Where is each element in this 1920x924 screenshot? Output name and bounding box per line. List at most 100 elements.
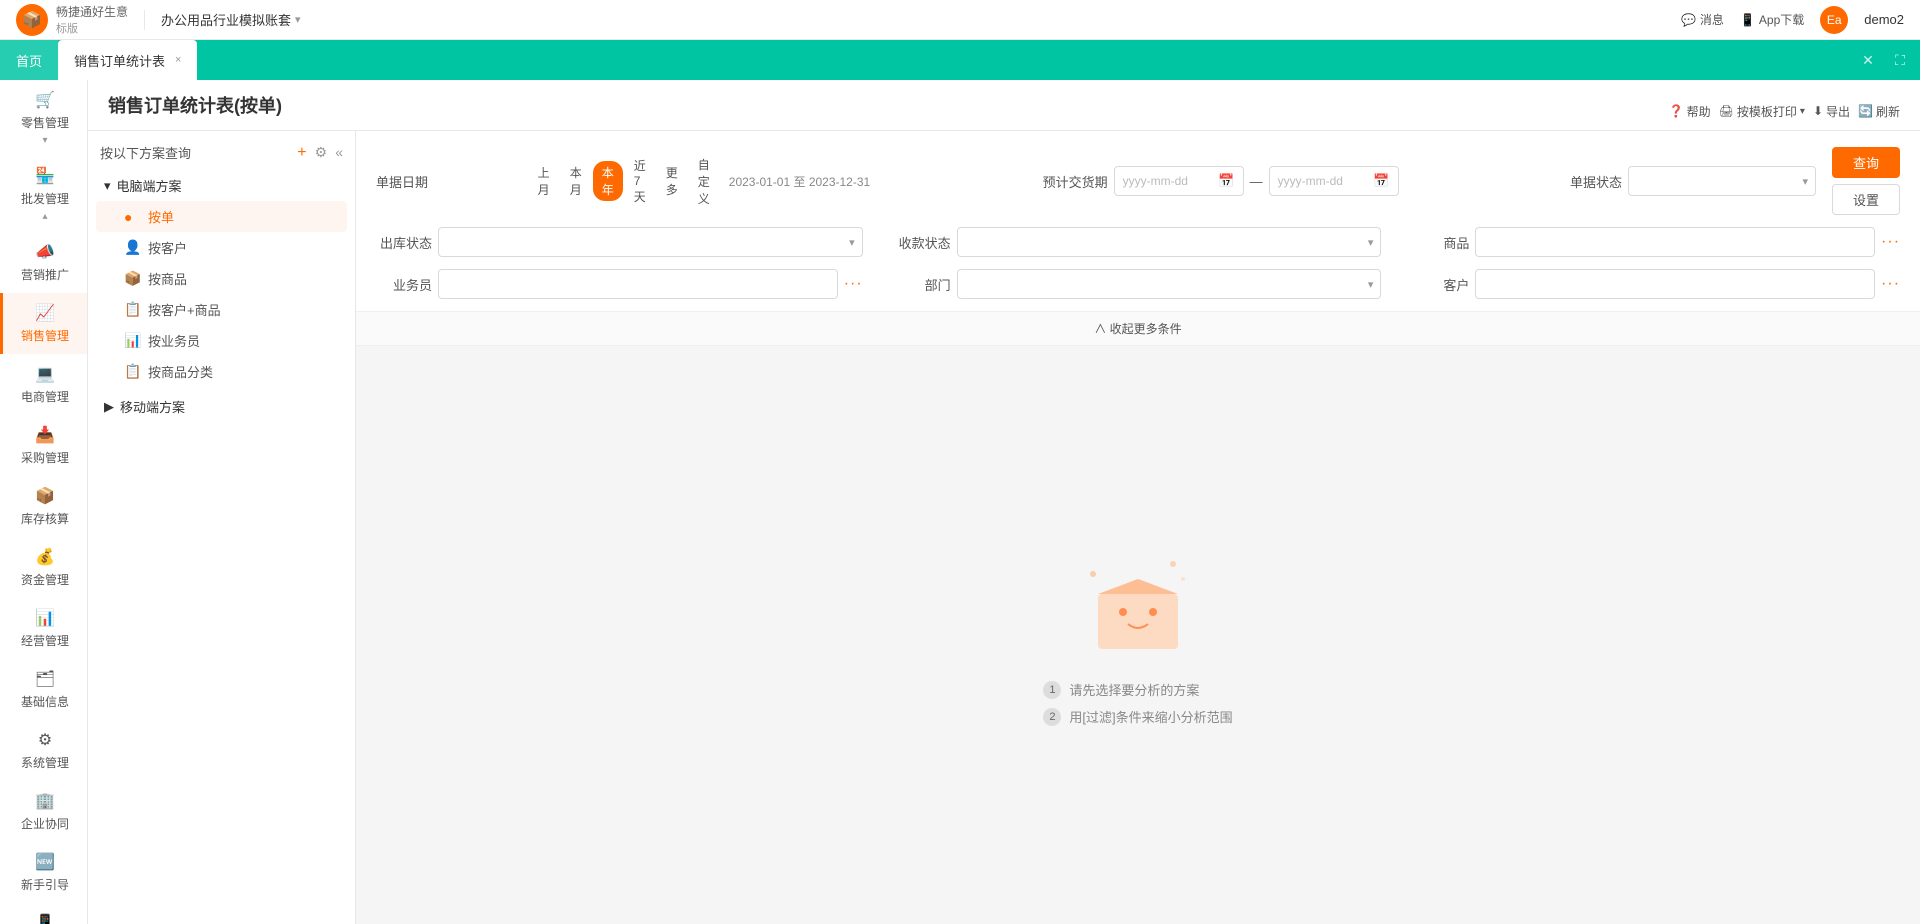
sidebar-item-marketing[interactable]: 📣 营销推广 — [0, 232, 87, 293]
export-label: 导出 — [1826, 103, 1850, 120]
customer-dots-button[interactable]: ··· — [1881, 275, 1900, 293]
payment-status-select-wrap: ▾ — [957, 227, 1382, 257]
avatar[interactable]: Ea — [1820, 6, 1848, 34]
custom-btn[interactable]: 自定义 — [689, 153, 719, 210]
app-download-button[interactable]: 📱 App下载 — [1740, 11, 1804, 28]
scheme-item-by-goods[interactable]: 📦 按商品 — [96, 263, 347, 294]
refresh-button[interactable]: 🔄 刷新 — [1858, 103, 1900, 120]
shipping-status-select-wrap: ▾ — [438, 227, 863, 257]
scheme-item-by-goods-category[interactable]: 📋 按商品分类 — [96, 356, 347, 387]
bill-status-select[interactable] — [1628, 166, 1816, 196]
bill-date-label: 单据日期 — [376, 172, 523, 191]
salesperson-input[interactable] — [438, 269, 838, 299]
scheme-item-by-salesperson[interactable]: 📊 按业务员 — [96, 325, 347, 356]
empty-tip-2: 2 用[过滤]条件来缩小分析范围 — [1043, 707, 1232, 726]
scheme-list: ▾ 电脑端方案 ● 按单 👤 按客户 📦 按 — [88, 170, 355, 422]
tip-num-1: 1 — [1043, 681, 1061, 699]
mobile-group-arrow-icon: ▶ — [104, 399, 114, 415]
sidebar-item-ecommerce[interactable]: 💻 电商管理 — [0, 354, 87, 415]
customer-input[interactable] — [1475, 269, 1875, 299]
operations-label: 经营管理 — [21, 632, 69, 649]
payment-status-cell: 收款状态 ▾ — [895, 227, 1382, 257]
sidebar-item-retail[interactable]: 🛒 零售管理 ▾ — [0, 80, 87, 156]
scheme-item-by-customer-goods[interactable]: 📋 按客户+商品 — [96, 294, 347, 325]
payment-status-select[interactable] — [957, 227, 1382, 257]
calendar-start-icon: 📅 — [1218, 173, 1234, 189]
username: demo2 — [1864, 12, 1904, 27]
retail-label: 零售管理 — [21, 114, 69, 131]
shipping-status-label: 出库状态 — [376, 233, 432, 252]
last7days-btn[interactable]: 近7天 — [625, 154, 655, 208]
topbar: 📦 畅捷通好生意 标版 办公用品行业模拟账套 ▾ 💬 消息 📱 App下载 Ea… — [0, 0, 1920, 40]
template-print-button[interactable]: 🖨 按模板打印 ▾ — [1719, 103, 1805, 120]
goods-label: 商品 — [1413, 233, 1469, 252]
last-month-btn[interactable]: 上月 — [529, 161, 559, 201]
avatar-text: Ea — [1827, 13, 1842, 27]
tip-text-1: 请先选择要分析的方案 — [1069, 680, 1199, 699]
reset-button[interactable]: 设置 — [1832, 184, 1900, 215]
salesperson-dots-button[interactable]: ··· — [844, 275, 863, 293]
calendar-end-icon: 📅 — [1373, 173, 1389, 189]
sidebar-item-finance[interactable]: 💰 资金管理 — [0, 537, 87, 598]
sidebar-item-enterprise[interactable]: 🏢 企业协同 — [0, 781, 87, 842]
home-tab[interactable]: 首页 — [0, 40, 58, 80]
delivery-date-end-input[interactable]: yyyy-mm-dd 📅 — [1269, 166, 1399, 196]
this-year-btn[interactable]: 本年 — [593, 161, 623, 201]
active-tab[interactable]: 销售订单统计表 × — [58, 40, 197, 80]
sidebar-item-sales[interactable]: 📈 销售管理 — [0, 293, 87, 354]
sidebar-item-wholesale[interactable]: 🏪 批发管理 ▴ — [0, 156, 87, 232]
help-button[interactable]: ❓ 帮助 — [1669, 103, 1711, 120]
enterprise-label: 企业协同 — [21, 815, 69, 832]
more-btn[interactable]: 更多 — [657, 161, 687, 201]
collapse-panel-button[interactable]: « — [335, 144, 343, 162]
sidebar-item-inventory[interactable]: 📦 库存核算 — [0, 476, 87, 537]
empty-tips: 1 请先选择要分析的方案 2 用[过滤]条件来缩小分析范围 — [1043, 680, 1232, 726]
enterprise-icon: 🏢 — [35, 791, 55, 811]
page-title: 销售订单统计表(按单) — [108, 92, 282, 130]
basic-icon: 🗂 — [35, 669, 55, 689]
scheme-item-by-order[interactable]: ● 按单 — [96, 201, 347, 232]
marketing-label: 营销推广 — [21, 266, 69, 283]
export-button[interactable]: ⬇ 导出 — [1813, 103, 1850, 120]
scheme-group-pc-header[interactable]: ▾ 电脑端方案 — [96, 170, 347, 201]
scheme-group-mobile-header[interactable]: ▶ 移动端方案 — [96, 391, 347, 422]
refresh-icon: 🔄 — [1858, 104, 1873, 118]
sidebar-item-newuser[interactable]: 🆕 新手引导 — [0, 842, 87, 903]
this-month-btn[interactable]: 本月 — [561, 161, 591, 201]
divider — [144, 10, 145, 30]
retail-icon: 🛒 — [35, 90, 55, 110]
ecommerce-icon: 💻 — [35, 364, 55, 384]
window-close-button[interactable]: ✕ — [1856, 48, 1880, 72]
sidebar-item-operations[interactable]: 📊 经营管理 — [0, 598, 87, 659]
goods-dots-button[interactable]: ··· — [1881, 233, 1900, 251]
department-select[interactable] — [957, 269, 1382, 299]
add-scheme-button[interactable]: + — [297, 144, 306, 162]
basic-label: 基础信息 — [21, 693, 69, 710]
company-selector[interactable]: 办公用品行业模拟账套 ▾ — [161, 10, 301, 29]
shipping-status-cell: 出库状态 ▾ — [376, 227, 863, 257]
scheme-group-mobile: ▶ 移动端方案 — [96, 391, 347, 422]
filter-row-3: 业务员 ··· 部门 ▾ — [376, 269, 1900, 299]
nav-tabs: 首页 销售订单统计表 × ✕ ⛶ — [0, 40, 1920, 80]
sidebar-item-purchase[interactable]: 📥 采购管理 — [0, 415, 87, 476]
settings-scheme-button[interactable]: ⚙ — [315, 144, 328, 162]
content-body: 按以下方案查询 + ⚙ « ▾ 电脑端方案 — [88, 131, 1920, 924]
window-maximize-button[interactable]: ⛶ — [1888, 48, 1912, 72]
message-button[interactable]: 💬 消息 — [1681, 11, 1724, 28]
message-icon: 💬 — [1681, 13, 1696, 27]
filter-row-2: 出库状态 ▾ 收款状态 — [376, 227, 1900, 257]
template-print-label: 按模板打印 — [1737, 103, 1797, 120]
query-button[interactable]: 查询 — [1832, 147, 1900, 178]
scheme-item-by-customer[interactable]: 👤 按客户 — [96, 232, 347, 263]
sidebar-item-basic[interactable]: 🗂 基础信息 — [0, 659, 87, 720]
goods-input[interactable] — [1475, 227, 1875, 257]
goods-cell: 商品 ··· — [1413, 227, 1900, 257]
by-goods-category-label: 按商品分类 — [148, 362, 213, 381]
by-order-icon: ● — [124, 209, 140, 225]
sidebar-item-appcenter[interactable]: 📱 应用中心 — [0, 903, 87, 924]
close-tab-icon[interactable]: × — [175, 54, 181, 66]
shipping-status-select[interactable] — [438, 227, 863, 257]
sidebar-item-system[interactable]: ⚙ 系统管理 — [0, 720, 87, 781]
delivery-date-start-input[interactable]: yyyy-mm-dd 📅 — [1114, 166, 1244, 196]
collapse-more-bar[interactable]: ∧ 收起更多条件 — [356, 311, 1920, 345]
